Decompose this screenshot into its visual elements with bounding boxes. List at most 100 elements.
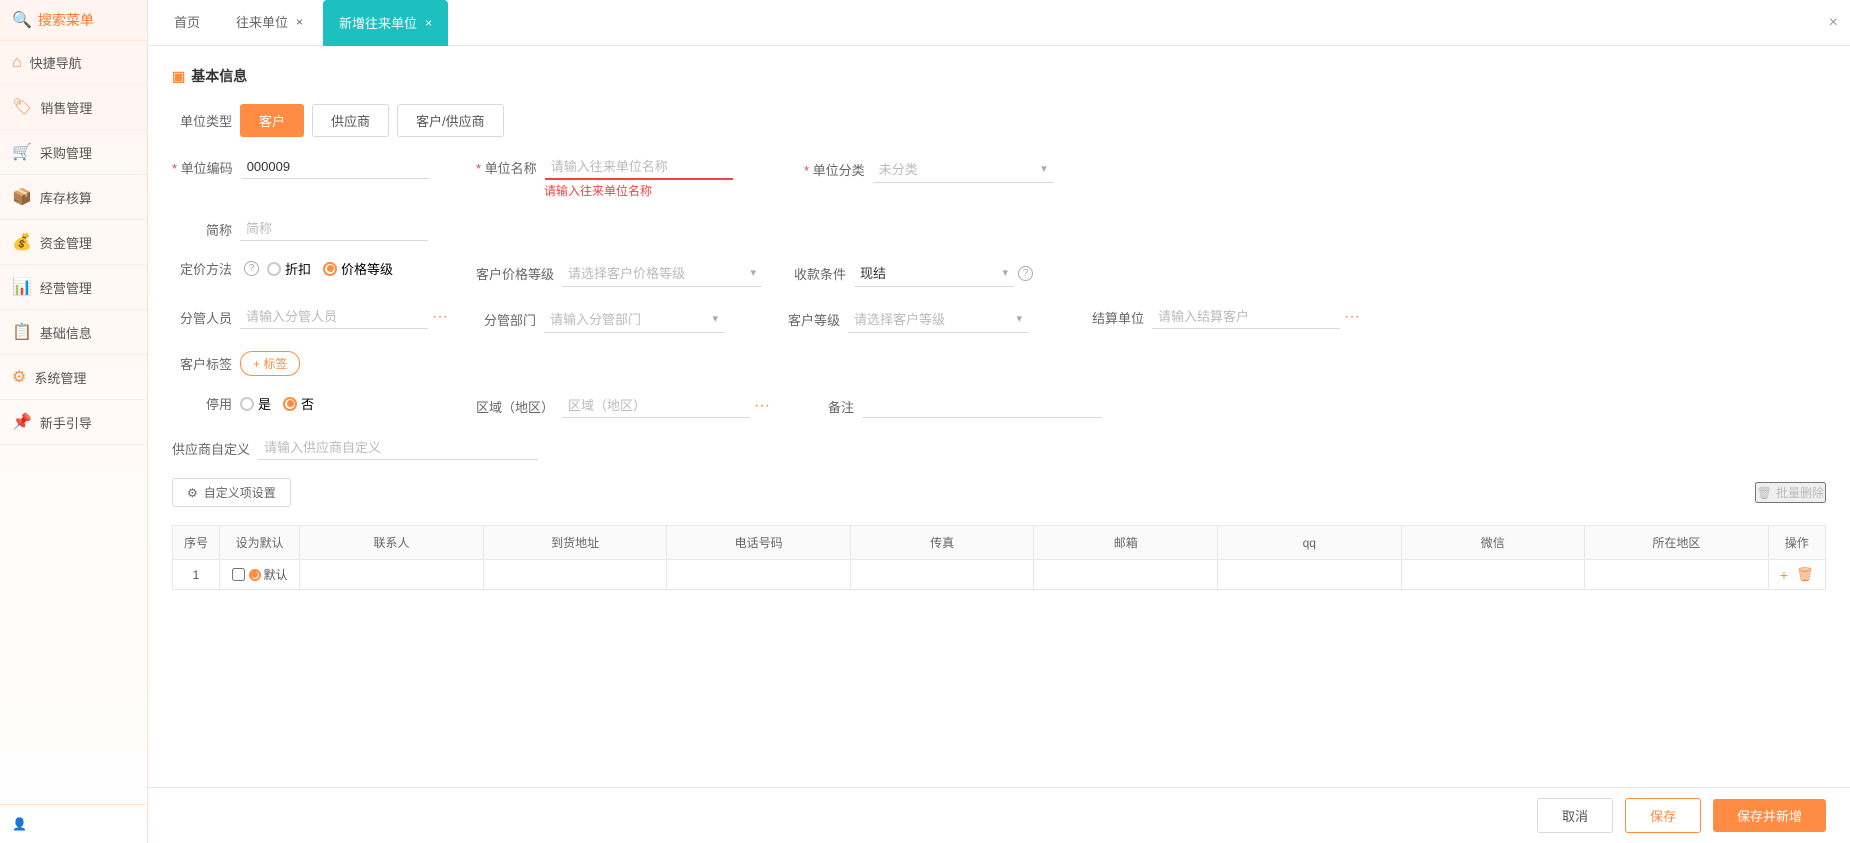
tab-bar-close-all[interactable]: × bbox=[1829, 14, 1838, 32]
region-input[interactable] bbox=[562, 394, 750, 418]
sidebar-item-finance[interactable]: 💰 资金管理 bbox=[0, 220, 147, 265]
tag-icon: 🏷 bbox=[12, 97, 32, 117]
payment-terms-help[interactable]: ? bbox=[1018, 266, 1033, 281]
save-new-button[interactable]: 保存并新增 bbox=[1713, 799, 1826, 832]
col-index: 序号 bbox=[173, 526, 220, 560]
row-email[interactable] bbox=[1034, 560, 1218, 590]
supplier-custom-input[interactable] bbox=[258, 436, 538, 460]
sidebar-item-quick-nav[interactable]: ⌂ 快捷导航 bbox=[0, 41, 147, 85]
pricing-discount-label: 折扣 bbox=[285, 259, 311, 278]
row-contact[interactable] bbox=[300, 560, 484, 590]
row-wechat-input[interactable] bbox=[1412, 568, 1575, 582]
customer-level-field: 客户等级 请选择客户等级 ▾ bbox=[780, 305, 1060, 333]
row-region[interactable] bbox=[1585, 560, 1769, 590]
remark-input[interactable] bbox=[862, 394, 1102, 418]
row-email-input[interactable] bbox=[1044, 568, 1207, 582]
custom-settings-button[interactable]: ⚙ 自定义项设置 bbox=[172, 478, 291, 507]
row-wechat[interactable] bbox=[1401, 560, 1585, 590]
row-fax[interactable] bbox=[850, 560, 1034, 590]
tab-partners[interactable]: 往来单位 × bbox=[220, 0, 319, 46]
row-phone-input[interactable] bbox=[677, 568, 840, 582]
settlement-unit-input[interactable] bbox=[1152, 305, 1340, 329]
search-menu[interactable]: 🔍 搜索菜单 bbox=[0, 0, 147, 41]
disabled-no-radio[interactable]: 否 bbox=[283, 394, 314, 413]
sidebar-item-guide[interactable]: 📌 新手引导 bbox=[0, 400, 147, 445]
pricing-level-circle bbox=[323, 262, 337, 276]
contact-table: 序号 设为默认 联系人 到货地址 电话号码 传真 邮箱 qq 微信 所在地区 操… bbox=[172, 525, 1826, 590]
sidebar-item-operation[interactable]: 📊 经营管理 bbox=[0, 265, 147, 310]
tab-new-partner-close[interactable]: × bbox=[425, 16, 432, 30]
department-select[interactable]: 请输入分管部门 ▾ bbox=[544, 305, 724, 333]
sidebar-item-label: 新手引导 bbox=[40, 413, 92, 432]
save-button[interactable]: 保存 bbox=[1625, 798, 1701, 833]
pricing-level-radio[interactable]: 价格等级 bbox=[323, 259, 393, 278]
tab-partners-close[interactable]: × bbox=[296, 15, 303, 29]
customer-level-arrow: ▾ bbox=[1016, 312, 1022, 325]
row-default-check[interactable]: 默认 bbox=[219, 560, 299, 590]
col-fax: 传真 bbox=[850, 526, 1034, 560]
payment-terms-select[interactable]: 现结 ▾ bbox=[854, 259, 1014, 287]
tab-home[interactable]: 首页 bbox=[158, 0, 216, 46]
unit-name-input[interactable] bbox=[545, 155, 733, 180]
tab-new-partner[interactable]: 新增往来单位 × bbox=[323, 0, 448, 46]
disabled-label: 停用 bbox=[172, 394, 232, 413]
footer-bar: 取消 保存 保存并新增 bbox=[148, 787, 1850, 843]
row-fax-input[interactable] bbox=[861, 568, 1024, 582]
row-address-input[interactable] bbox=[494, 568, 657, 582]
row-delete-btn[interactable]: 🗑 bbox=[1796, 566, 1814, 583]
sidebar-item-inventory[interactable]: 📦 库存核算 bbox=[0, 175, 147, 220]
payment-terms-value: 现结 bbox=[860, 263, 886, 282]
settlement-more-icon[interactable]: ··· bbox=[1344, 308, 1360, 326]
cancel-button[interactable]: 取消 bbox=[1537, 798, 1613, 833]
row-phone[interactable] bbox=[667, 560, 851, 590]
row-qq-input[interactable] bbox=[1228, 568, 1391, 582]
disabled-no-label: 否 bbox=[301, 394, 314, 413]
pricing-method-help[interactable]: ? bbox=[244, 261, 259, 276]
price-level-select[interactable]: 请选择客户价格等级 ▾ bbox=[562, 259, 762, 287]
manager-input[interactable] bbox=[240, 305, 428, 329]
clipboard-icon: 📋 bbox=[12, 322, 32, 342]
short-name-label: 简称 bbox=[172, 220, 232, 239]
row-actions: + 🗑 bbox=[1768, 560, 1825, 590]
customer-level-label: 客户等级 bbox=[780, 310, 840, 329]
region-more-icon[interactable]: ··· bbox=[754, 397, 770, 415]
price-level-placeholder: 请选择客户价格等级 bbox=[568, 263, 685, 282]
row-add-btn[interactable]: + bbox=[1780, 567, 1788, 583]
unit-category-select[interactable]: 未分类 ▾ bbox=[873, 155, 1053, 183]
row-qq[interactable] bbox=[1217, 560, 1401, 590]
row-address[interactable] bbox=[483, 560, 667, 590]
pricing-method-label: 定价方法 bbox=[172, 259, 232, 278]
tab-home-label: 首页 bbox=[174, 12, 200, 31]
row-default-label: 默认 bbox=[264, 566, 288, 583]
unit-type-supplier-btn[interactable]: 供应商 bbox=[312, 104, 389, 137]
unit-type-customer-btn[interactable]: 客户 bbox=[240, 104, 304, 137]
row-checkbox[interactable] bbox=[232, 568, 245, 581]
customer-level-placeholder: 请选择客户等级 bbox=[854, 309, 945, 328]
box-icon: 📦 bbox=[12, 187, 32, 207]
settings-gear-icon: ⚙ bbox=[187, 486, 198, 500]
disabled-yes-radio[interactable]: 是 bbox=[240, 394, 271, 413]
unit-code-input[interactable] bbox=[241, 155, 429, 179]
short-name-input[interactable] bbox=[240, 217, 428, 241]
manager-more-icon[interactable]: ··· bbox=[432, 308, 448, 326]
remark-field: 备注 bbox=[794, 394, 1102, 418]
manager-label: 分管人员 bbox=[172, 308, 232, 327]
tab-bar: 首页 往来单位 × 新增往来单位 × × bbox=[148, 0, 1850, 46]
pricing-discount-radio[interactable]: 折扣 bbox=[267, 259, 311, 278]
row-region-input[interactable] bbox=[1595, 568, 1758, 582]
user-icon: 👤 bbox=[12, 817, 27, 831]
tags-field: 客户标签 + 标签 bbox=[172, 351, 452, 376]
row-default-radio[interactable] bbox=[249, 569, 261, 581]
add-tag-button[interactable]: + 标签 bbox=[240, 351, 300, 376]
pin-icon: 📌 bbox=[12, 412, 32, 432]
sidebar-item-purchase[interactable]: 🛒 采购管理 bbox=[0, 130, 147, 175]
batch-delete-button[interactable]: 🗑 批量删除 bbox=[1755, 482, 1826, 503]
col-default: 设为默认 bbox=[219, 526, 299, 560]
unit-type-both-btn[interactable]: 客户/供应商 bbox=[397, 104, 504, 137]
sidebar-item-sales[interactable]: 🏷 销售管理 bbox=[0, 85, 147, 130]
customer-level-select[interactable]: 请选择客户等级 ▾ bbox=[848, 305, 1028, 333]
row-contact-input[interactable] bbox=[310, 568, 473, 582]
sidebar-item-system[interactable]: ⚙ 系统管理 bbox=[0, 355, 147, 400]
sidebar-item-basic[interactable]: 📋 基础信息 bbox=[0, 310, 147, 355]
row-index: 1 bbox=[173, 560, 220, 590]
